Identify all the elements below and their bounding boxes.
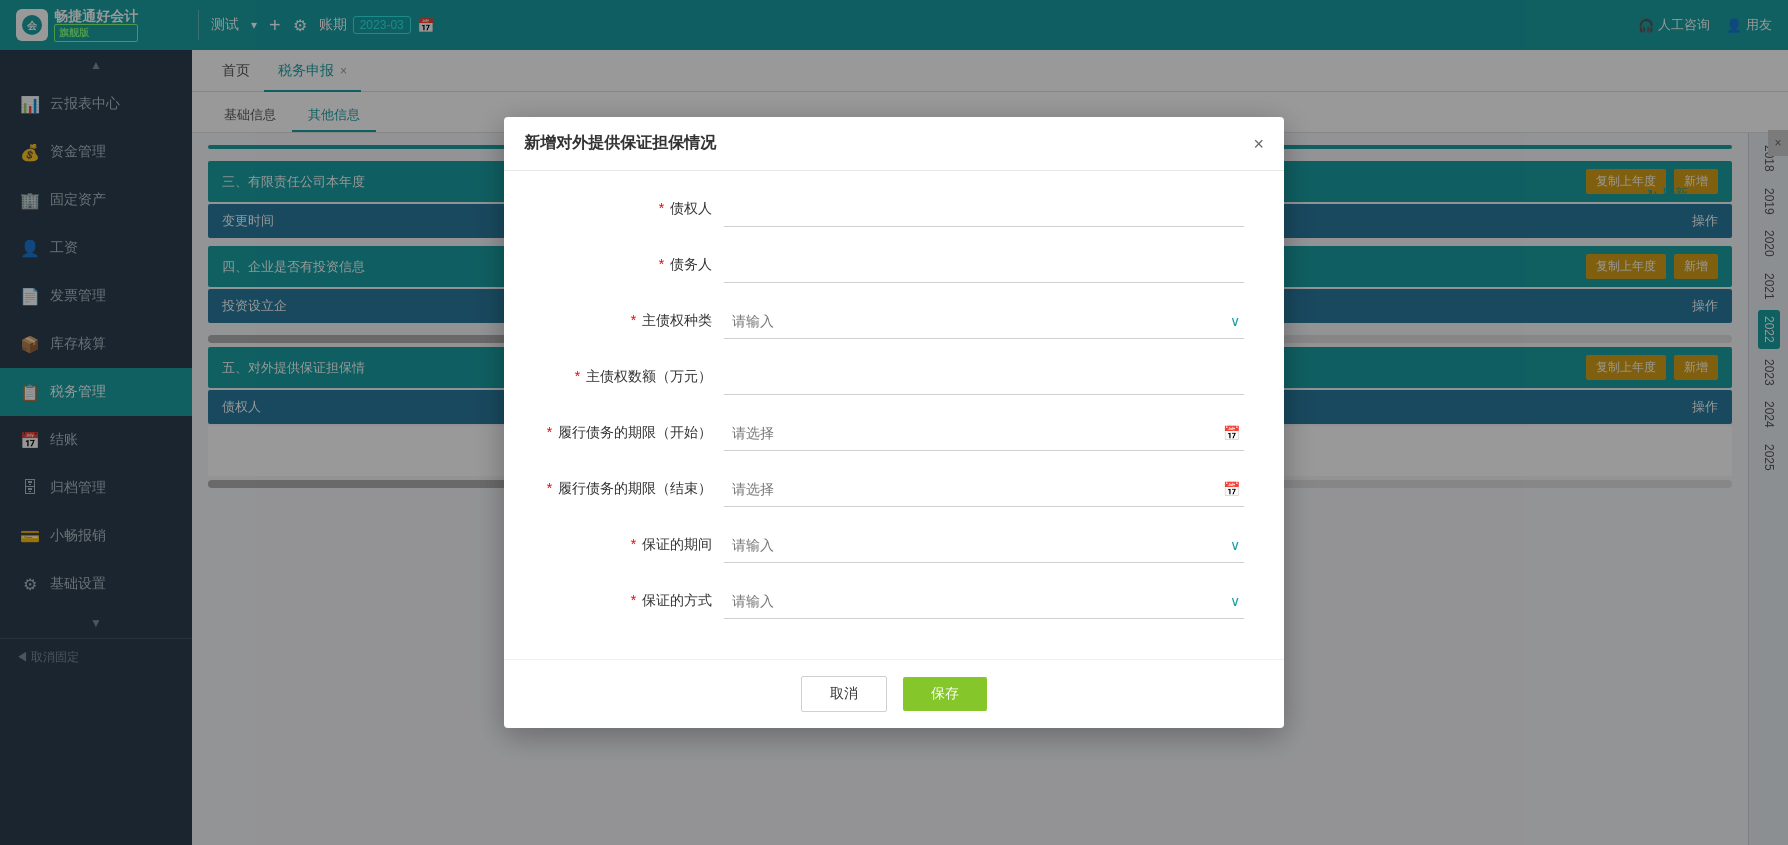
guarantee-method-select[interactable]: ∨ bbox=[724, 583, 1244, 619]
cancel-button[interactable]: 取消 bbox=[801, 676, 887, 712]
period-end-cal-icon[interactable]: 📅 bbox=[1223, 481, 1244, 497]
form-row-claim-amount: * 主债权数额（万元） bbox=[544, 359, 1244, 395]
form-row-claim-type: * 主债权种类 ∨ bbox=[544, 303, 1244, 339]
form-row-guarantee-period: * 保证的期间 ∨ bbox=[544, 527, 1244, 563]
period-end-date[interactable]: 📅 bbox=[724, 471, 1244, 507]
form-label-guarantee-method: * 保证的方式 bbox=[544, 592, 724, 610]
modal-close-button[interactable]: × bbox=[1253, 135, 1264, 153]
period-start-cal-icon[interactable]: 📅 bbox=[1223, 425, 1244, 441]
period-start-input[interactable] bbox=[724, 415, 1223, 451]
form-label-claim-amount: * 主债权数额（万元） bbox=[544, 368, 724, 386]
modal-body: * 债权人 * 债务人 * 主债权种类 bbox=[504, 171, 1284, 659]
required-mark-2: * bbox=[659, 256, 664, 272]
form-label-period-start: * 履行债务的期限（开始） bbox=[544, 424, 724, 442]
form-row-period-start: * 履行债务的期限（开始） 📅 bbox=[544, 415, 1244, 451]
required-mark-5: * bbox=[547, 424, 552, 440]
guarantee-period-select[interactable]: ∨ bbox=[724, 527, 1244, 563]
modal-footer: 取消 保存 bbox=[504, 659, 1284, 728]
modal-header: 新增对外提供保证担保情况 × bbox=[504, 117, 1284, 171]
guarantee-method-input[interactable] bbox=[724, 583, 1230, 619]
required-mark-8: * bbox=[631, 592, 636, 608]
form-label-guarantee-period: * 保证的期间 bbox=[544, 536, 724, 554]
claim-type-input[interactable] bbox=[724, 303, 1230, 339]
required-mark-6: * bbox=[547, 480, 552, 496]
required-mark-3: * bbox=[631, 312, 636, 328]
modal-overlay: 新增对外提供保证担保情况 × * 债权人 * 债务人 bbox=[0, 0, 1788, 845]
guarantee-period-arrow-icon[interactable]: ∨ bbox=[1230, 537, 1244, 553]
form-label-debtor: * 债务人 bbox=[544, 256, 724, 274]
modal-title: 新增对外提供保证担保情况 bbox=[524, 133, 716, 154]
claim-type-arrow-icon[interactable]: ∨ bbox=[1230, 313, 1244, 329]
required-mark-7: * bbox=[631, 536, 636, 552]
form-label-creditor: * 债权人 bbox=[544, 200, 724, 218]
form-row-creditor: * 债权人 bbox=[544, 191, 1244, 227]
form-label-claim-type: * 主债权种类 bbox=[544, 312, 724, 330]
form-label-period-end: * 履行债务的期限（结束） bbox=[544, 480, 724, 498]
form-row-debtor: * 债务人 bbox=[544, 247, 1244, 283]
claim-type-select[interactable]: ∨ bbox=[724, 303, 1244, 339]
creditor-input[interactable] bbox=[724, 191, 1244, 227]
guarantee-period-input[interactable] bbox=[724, 527, 1230, 563]
claim-amount-input[interactable] bbox=[724, 359, 1244, 395]
guarantee-method-arrow-icon[interactable]: ∨ bbox=[1230, 593, 1244, 609]
period-end-input[interactable] bbox=[724, 471, 1223, 507]
modal-dialog: 新增对外提供保证担保情况 × * 债权人 * 债务人 bbox=[504, 117, 1284, 728]
required-mark-4: * bbox=[575, 368, 580, 384]
period-start-date[interactable]: 📅 bbox=[724, 415, 1244, 451]
save-button[interactable]: 保存 bbox=[903, 677, 987, 711]
required-mark: * bbox=[659, 200, 664, 216]
debtor-input[interactable] bbox=[724, 247, 1244, 283]
form-row-guarantee-method: * 保证的方式 ∨ bbox=[544, 583, 1244, 619]
form-row-period-end: * 履行债务的期限（结束） 📅 bbox=[544, 471, 1244, 507]
